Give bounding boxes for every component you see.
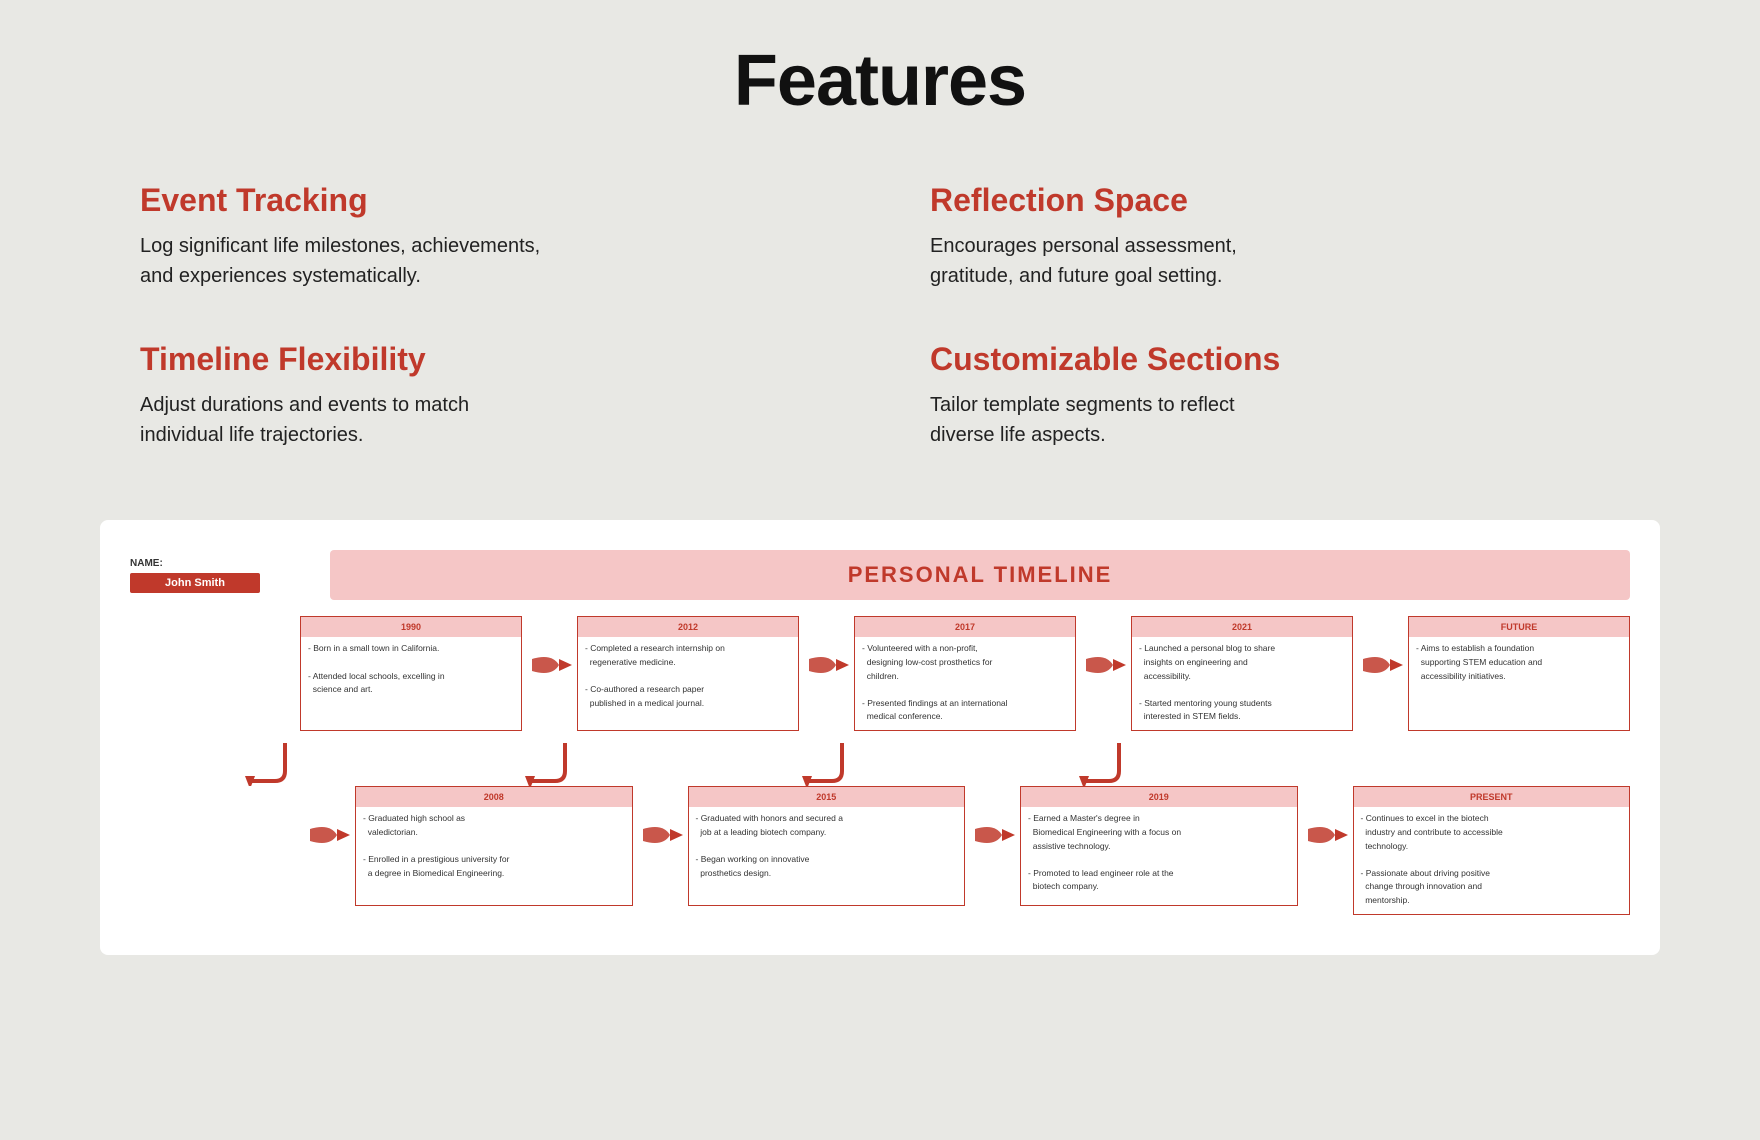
timeline-section: NAME: John Smith PERSONAL TIMELINE 1990 … [100,520,1660,955]
card-2017-header: 2017 [855,617,1075,637]
down-arrow-left-3 [802,741,852,786]
name-section: NAME: John Smith [130,558,310,593]
feature-timeline-flexibility: Timeline Flexibility Adjust durations an… [140,341,830,450]
card-future: FUTURE - Aims to establish a foundation … [1408,616,1630,731]
card-2008-content: - Graduated high school as valedictorian… [363,812,625,880]
arrow-h-1 [522,616,577,679]
down-arrow-left-2 [525,741,575,786]
card-2019-content: - Earned a Master's degree in Biomedical… [1028,812,1290,894]
feature-desc-4: Tailor template segments to reflectdiver… [930,390,1620,450]
right-arrow-1 [527,651,572,679]
card-2015-content: - Graduated with honors and secured a jo… [696,812,958,880]
timeline-title-box: PERSONAL TIMELINE [330,550,1630,600]
card-2021-header: 2021 [1132,617,1352,637]
feature-desc-1: Log significant life milestones, achieve… [140,231,830,291]
card-2019-header: 2019 [1021,787,1297,807]
card-2015-header: 2015 [689,787,965,807]
arrow-to-2015 [633,786,688,849]
card-2019: 2019 - Earned a Master's degree in Biome… [1020,786,1298,906]
right-arrow-b1 [305,821,350,849]
feature-desc-3: Adjust durations and events to matchindi… [140,390,830,450]
card-2008-header: 2008 [356,787,632,807]
feature-title-3: Timeline Flexibility [140,341,830,378]
timeline-bottom-row: 2008 - Graduated high school as valedict… [130,786,1630,915]
timeline-top-row: 1990 - Born in a small town in Californi… [130,616,1630,731]
features-grid: Event Tracking Log significant life mile… [80,182,1680,450]
right-arrow-4 [1358,651,1403,679]
card-1990-header: 1990 [301,617,521,637]
card-present: PRESENT - Continues to excel in the biot… [1353,786,1631,915]
page-title: Features [80,40,1680,122]
down-arrow-left-1 [245,741,295,786]
timeline-container: 1990 - Born in a small town in Californi… [130,616,1630,915]
card-2021: 2021 - Launched a personal blog to share… [1131,616,1353,731]
feature-customizable-sections: Customizable Sections Tailor template se… [930,341,1620,450]
connector-name-spacer [130,731,300,786]
feature-reflection-space: Reflection Space Encourages personal ass… [930,182,1620,291]
arrow-h-2 [799,616,854,679]
arrow-to-2019 [965,786,1020,849]
card-2012-content: - Completed a research internship on reg… [585,642,791,710]
connector-2017 [799,731,854,786]
page-container: Features Event Tracking Log significant … [0,0,1760,1015]
feature-desc-2: Encourages personal assessment,gratitude… [930,231,1620,291]
right-arrow-b2 [638,821,683,849]
name-value: John Smith [130,573,260,593]
arrow-h-3 [1076,616,1131,679]
right-arrow-b3 [970,821,1015,849]
card-present-header: PRESENT [1354,787,1630,807]
card-2021-content: - Launched a personal blog to share insi… [1139,642,1345,724]
connector-row [130,731,1630,786]
card-2012-header: 2012 [578,617,798,637]
feature-title-2: Reflection Space [930,182,1620,219]
card-2017: 2017 - Volunteered with a non-profit, de… [854,616,1076,731]
card-future-content: - Aims to establish a foundation support… [1416,642,1622,683]
connector-2012 [522,731,577,786]
card-1990: 1990 - Born in a small town in Californi… [300,616,522,731]
right-arrow-3 [1081,651,1126,679]
arrow-to-present [1298,786,1353,849]
card-2015: 2015 - Graduated with honors and secured… [688,786,966,906]
card-2012: 2012 - Completed a research internship o… [577,616,799,731]
card-future-header: FUTURE [1409,617,1629,637]
card-present-content: - Continues to excel in the biotech indu… [1361,812,1623,907]
feature-title-1: Event Tracking [140,182,830,219]
card-1990-content: - Born in a small town in California. - … [308,642,514,696]
right-arrow-2 [804,651,849,679]
arrow-to-2008 [300,786,355,849]
card-2017-content: - Volunteered with a non-profit, designi… [862,642,1068,724]
down-arrow-left-4 [1079,741,1129,786]
card-2008: 2008 - Graduated high school as valedict… [355,786,633,906]
name-label: NAME: [130,558,310,569]
timeline-title: PERSONAL TIMELINE [342,562,1618,588]
feature-title-4: Customizable Sections [930,341,1620,378]
right-arrow-b4 [1303,821,1348,849]
feature-event-tracking: Event Tracking Log significant life mile… [140,182,830,291]
arrow-h-4 [1353,616,1408,679]
connector-2021 [1076,731,1131,786]
